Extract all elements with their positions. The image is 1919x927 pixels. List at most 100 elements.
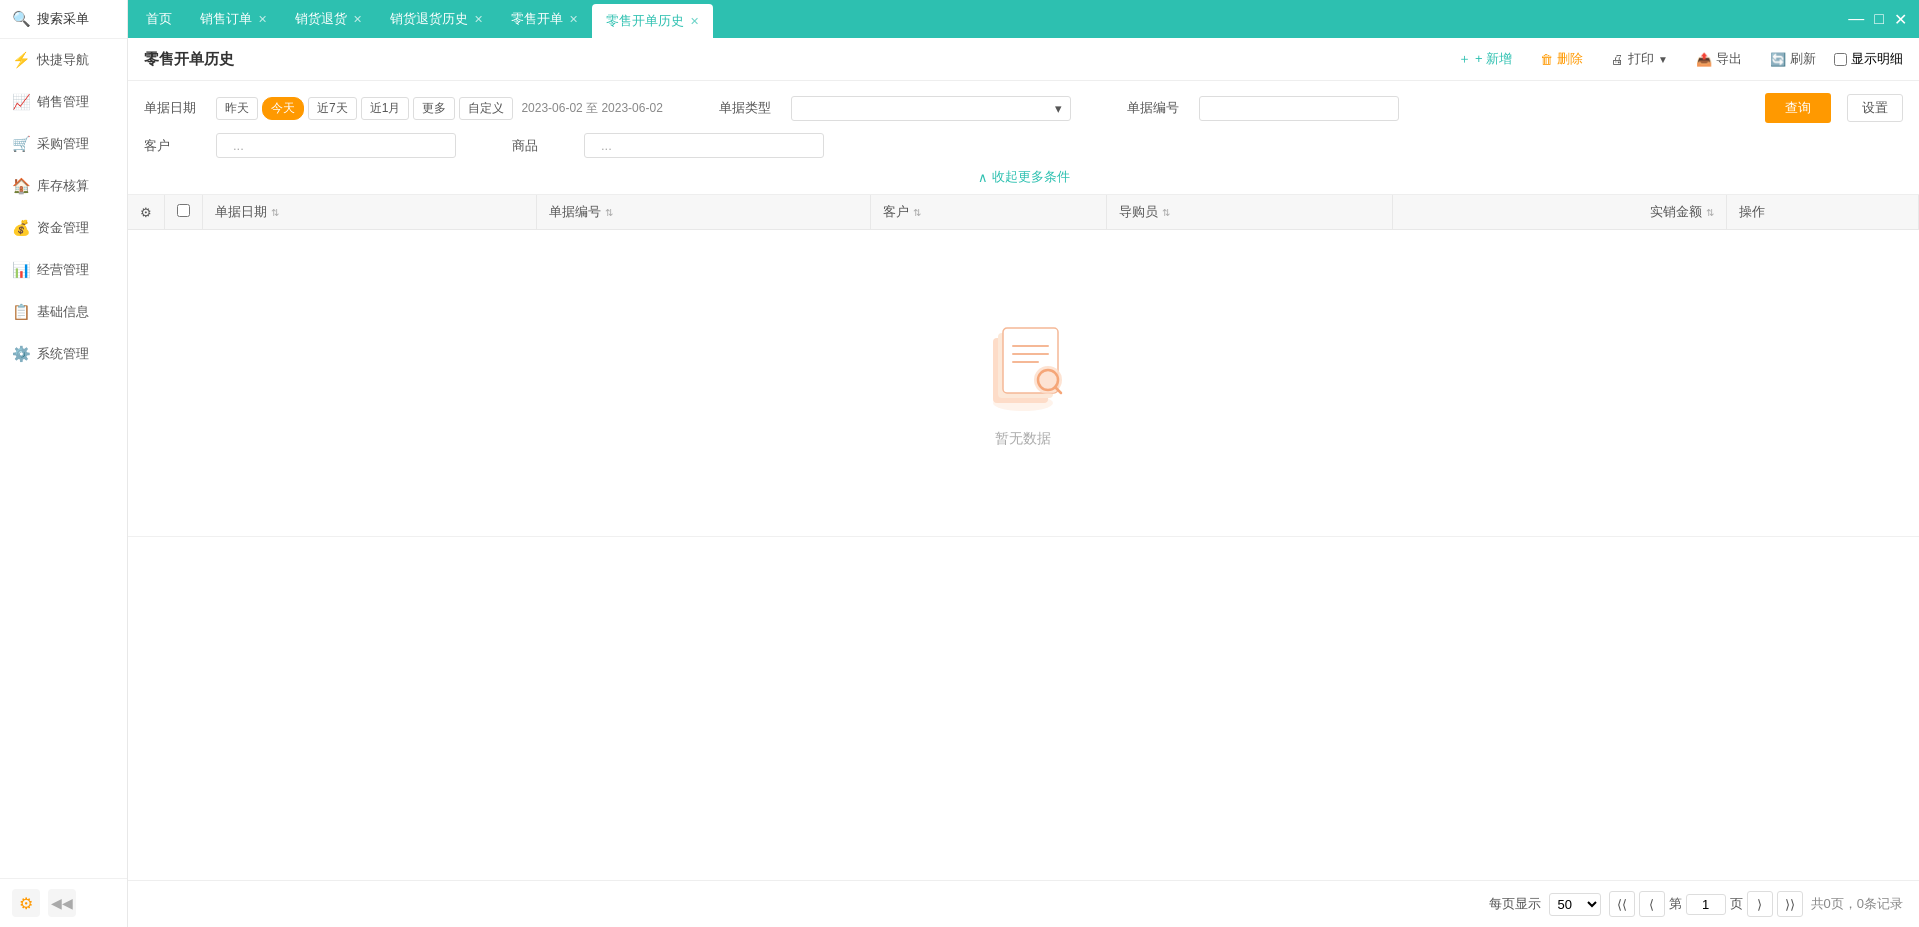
col-settings[interactable]: ⚙ [128,195,165,230]
date-7days-btn[interactable]: 近7天 [308,97,357,120]
col-customer-sort[interactable]: ⇅ [913,207,921,218]
tabs-right-controls: — □ ✕ [1838,10,1915,29]
tab-retail-open-history[interactable]: 零售开单历史 ✕ [592,4,713,38]
settings-footer-btn[interactable]: ⚙ [12,889,40,917]
page-first-btn[interactable]: ⟨⟨ [1609,891,1635,917]
col-guide-sort[interactable]: ⇅ [1162,207,1170,218]
add-button[interactable]: ＋ + 新增 [1448,46,1522,72]
col-guide[interactable]: 导购员 ⇅ [1107,195,1392,230]
sidebar-item-operations[interactable]: 📊 经营管理 [0,249,127,291]
sales-mgmt-icon: 📈 [12,93,31,111]
goods-input[interactable]: ... [584,133,824,158]
doc-type-select[interactable]: ▾ [791,96,1071,121]
collapse-btn[interactable]: ∧ 收起更多条件 [144,168,1903,186]
tab-sales-order[interactable]: 销售订单 ✕ [186,0,281,38]
tab-sales-return-history-label: 销货退货历史 [390,10,468,28]
sidebar-item-label: 采购管理 [37,135,89,153]
col-doc-date-sort[interactable]: ⇅ [271,207,279,218]
filter-row-1: 单据日期 昨天 今天 近7天 近1月 更多 自定义 2023-06-02 至 2… [144,93,1903,123]
date-custom-btn[interactable]: 自定义 [459,97,513,120]
sidebar-item-quick-nav[interactable]: ⚡ 快捷导航 [0,39,127,81]
purchase-mgmt-icon: 🛒 [12,135,31,153]
date-today-btn[interactable]: 今天 [262,97,304,120]
sidebar-item-finance[interactable]: 💰 资金管理 [0,207,127,249]
tab-sales-return-history-close[interactable]: ✕ [474,13,483,26]
table-header-row: ⚙ 单据日期 ⇅ 单据编号 ⇅ 客户 ⇅ [128,195,1919,230]
doc-no-label: 单据编号 [1127,99,1183,117]
date-filter: 昨天 今天 近7天 近1月 更多 自定义 2023-06-02 至 2023-0… [216,97,663,120]
settings-button[interactable]: 设置 [1847,94,1903,122]
sidebar-item-inventory[interactable]: 🏠 库存核算 [0,165,127,207]
sidebar-item-sales-mgmt[interactable]: 📈 销售管理 [0,81,127,123]
print-button[interactable]: 🖨 打印 ▼ [1601,46,1678,72]
data-table: ⚙ 单据日期 ⇅ 单据编号 ⇅ 客户 ⇅ [128,195,1919,537]
tab-sales-return-history[interactable]: 销货退货历史 ✕ [376,0,497,38]
tab-sales-return-label: 销货退货 [295,10,347,28]
per-page-select[interactable]: 50 10 20 100 [1549,893,1601,916]
tab-sales-order-close[interactable]: ✕ [258,13,267,26]
close-btn[interactable]: ✕ [1894,10,1907,29]
sidebar-item-label: 基础信息 [37,303,89,321]
col-doc-no-label: 单据编号 [549,204,601,219]
customer-label: 客户 [144,137,200,155]
page-title: 零售开单历史 [144,50,234,69]
date-1month-btn[interactable]: 近1月 [361,97,410,120]
sidebar-search-label: 搜索采单 [37,10,89,28]
display-detail-checkbox[interactable] [1834,53,1847,66]
col-amount[interactable]: 实销金额 ⇅ [1392,195,1726,230]
page-next-btn[interactable]: ⟩ [1747,891,1773,917]
col-doc-date-label: 单据日期 [215,204,267,219]
sidebar-item-label: 经营管理 [37,261,89,279]
query-button[interactable]: 查询 [1765,93,1831,123]
tab-sales-return-close[interactable]: ✕ [353,13,362,26]
goods-ellipsis: ... [601,138,612,153]
sidebar-item-label: 资金管理 [37,219,89,237]
customer-input[interactable]: ... [216,133,456,158]
goods-label: 商品 [512,137,568,155]
col-amount-label: 实销金额 [1650,204,1702,219]
col-amount-sort[interactable]: ⇅ [1706,207,1714,218]
tab-retail-open-history-close[interactable]: ✕ [690,15,699,28]
delete-button[interactable]: 🗑 删除 [1530,46,1593,72]
col-action-label: 操作 [1739,204,1765,219]
tabs-bar: 首页 销售订单 ✕ 销货退货 ✕ 销货退货历史 ✕ 零售开单 ✕ 零售开单历史 … [128,0,1919,38]
collapse-sidebar-btn[interactable]: ◀◀ [48,889,76,917]
pagination: 每页显示 50 10 20 100 ⟨⟨ ⟨ 第 页 ⟩ ⟩⟩ 共0页，0条记录 [128,880,1919,927]
col-doc-date[interactable]: 单据日期 ⇅ [203,195,537,230]
maximize-btn[interactable]: □ [1874,10,1884,28]
col-customer[interactable]: 客户 ⇅ [871,195,1107,230]
col-doc-no-sort[interactable]: ⇅ [605,207,613,218]
customer-ellipsis: ... [233,138,244,153]
sidebar-item-label: 销售管理 [37,93,89,111]
date-more-btn[interactable]: 更多 [413,97,455,120]
doc-no-input[interactable] [1199,96,1399,121]
tab-sales-return[interactable]: 销货退货 ✕ [281,0,376,38]
tab-home[interactable]: 首页 [132,0,186,38]
tab-sales-order-label: 销售订单 [200,10,252,28]
sidebar-item-system[interactable]: ⚙️ 系统管理 [0,333,127,375]
sidebar-item-label: 库存核算 [37,177,89,195]
minimize-btn[interactable]: — [1848,10,1864,28]
col-doc-no[interactable]: 单据编号 ⇅ [537,195,871,230]
delete-icon: 🗑 [1540,52,1553,67]
sidebar: 🔍 搜索采单 ⚡ 快捷导航 📈 销售管理 🛒 采购管理 🏠 库存核算 💰 资金管… [0,0,128,927]
sidebar-item-purchase-mgmt[interactable]: 🛒 采购管理 [0,123,127,165]
delete-label: 删除 [1557,50,1583,68]
tab-retail-open-close[interactable]: ✕ [569,13,578,26]
col-checkbox[interactable] [165,195,203,230]
date-range-text: 2023-06-02 至 2023-06-02 [521,100,662,117]
display-detail-checkbox-label[interactable]: 显示明细 [1834,50,1903,68]
collapse-label: 收起更多条件 [992,168,1070,186]
tab-retail-open[interactable]: 零售开单 ✕ [497,0,592,38]
pagination-nav: ⟨⟨ ⟨ 第 页 ⟩ ⟩⟩ [1609,891,1803,917]
page-last-btn[interactable]: ⟩⟩ [1777,891,1803,917]
page-prev-btn[interactable]: ⟨ [1639,891,1665,917]
sidebar-search[interactable]: 🔍 搜索采单 [0,0,127,39]
select-all-checkbox[interactable] [177,204,190,217]
sidebar-item-basic-info[interactable]: 📋 基础信息 [0,291,127,333]
page-input[interactable] [1686,894,1726,915]
page-prefix-label: 第 [1669,895,1682,913]
refresh-button[interactable]: 🔄 刷新 [1760,46,1826,72]
date-yesterday-btn[interactable]: 昨天 [216,97,258,120]
export-button[interactable]: 📤 导出 [1686,46,1752,72]
